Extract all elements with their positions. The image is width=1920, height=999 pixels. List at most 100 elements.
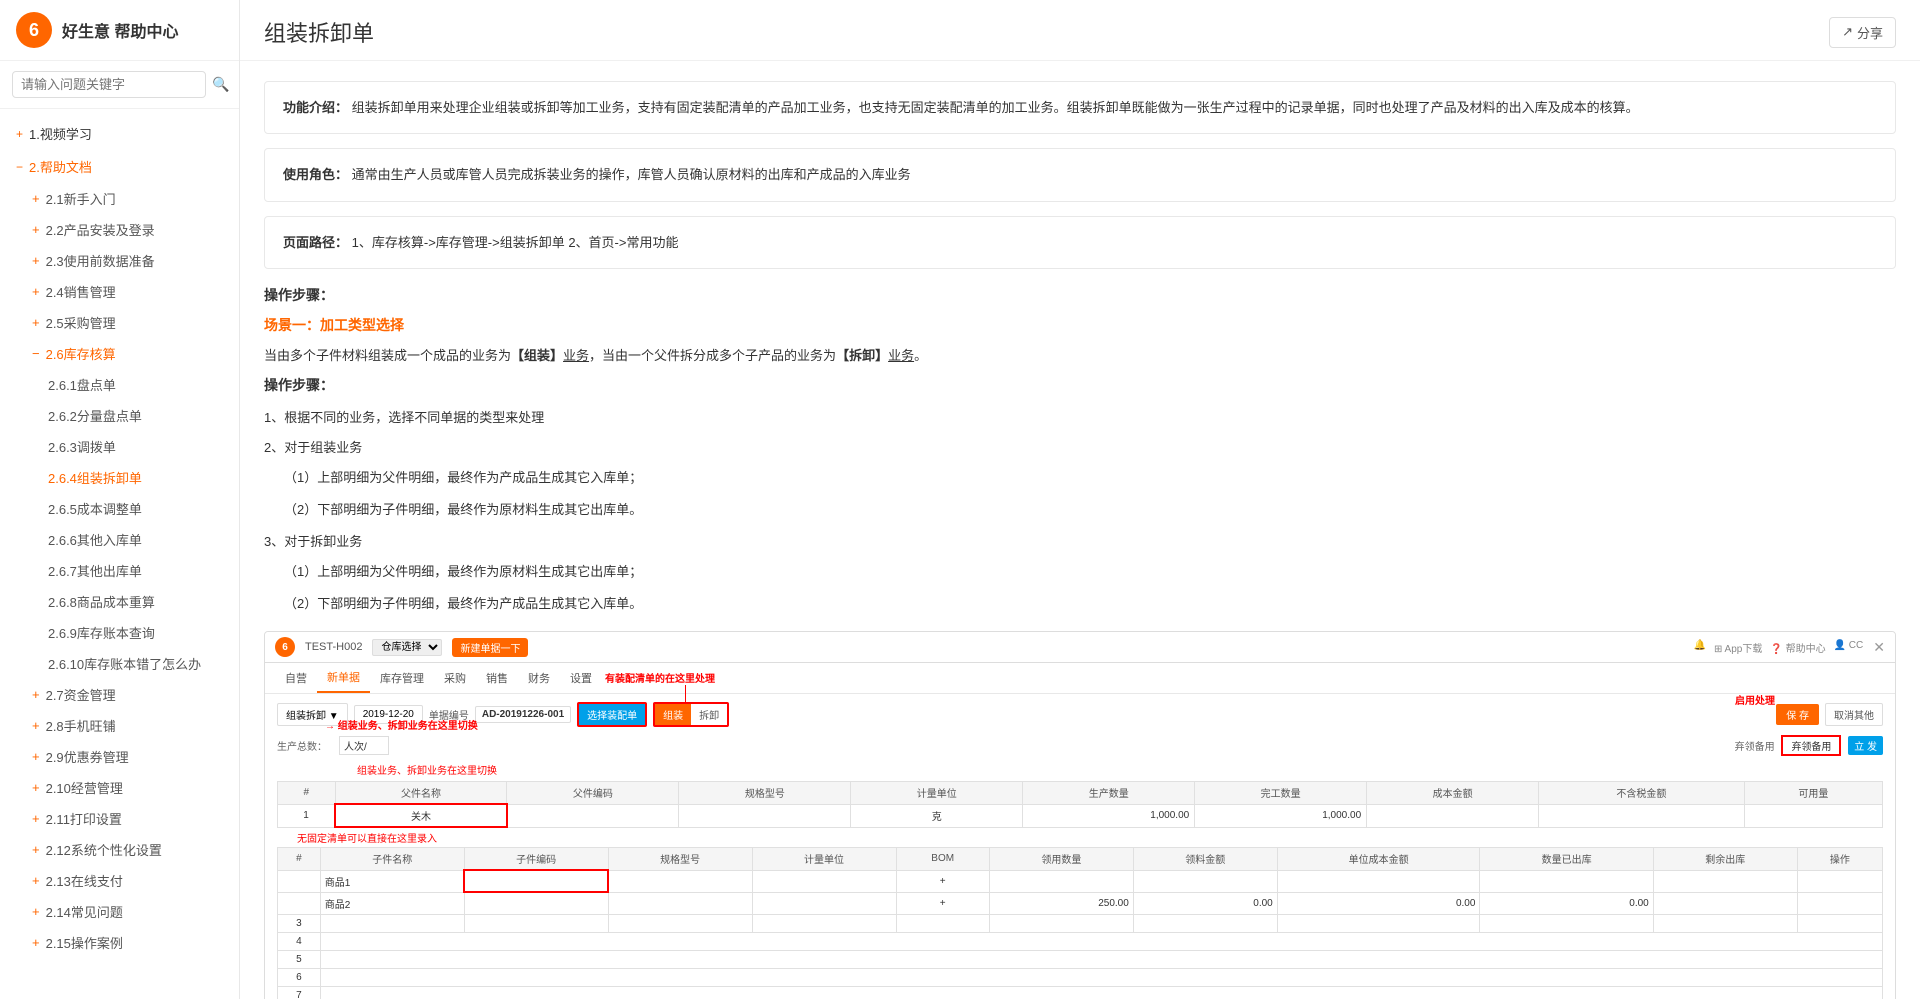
inner-btn-type[interactable]: 组装拆卸 ▼ <box>277 703 348 726</box>
sidebar-header: 6 好生意 帮助中心 <box>0 0 239 61</box>
inner-nav: 自营 新单据 库存管理 采购 销售 财务 设置 <box>265 663 1895 694</box>
inner-td <box>679 804 851 827</box>
inner-icon-bell[interactable]: 🔔 <box>1693 640 1705 655</box>
logo-icon: 6 <box>16 12 52 48</box>
sidebar-item-2-12[interactable]: + 2.12系统个性化设置 <box>0 834 239 865</box>
inner-child-row4: 4 <box>278 932 1883 950</box>
inner-btn-assemble[interactable]: 组装 <box>655 704 691 725</box>
inner-icon-app[interactable]: ⊞ App下载 <box>1714 640 1762 655</box>
sidebar-item-2-10[interactable]: + 2.10经营管理 <box>0 772 239 803</box>
sidebar-item-label: 2.10经营管理 <box>46 778 123 797</box>
inner-th-notax-cost: 不含税金额 <box>1539 782 1745 805</box>
sidebar-item-2-4[interactable]: + 2.4销售管理 <box>0 276 239 307</box>
sidebar-item-2-15[interactable]: + 2.15操作案例 <box>0 927 239 958</box>
inner-nav-purchase[interactable]: 采购 <box>434 664 476 692</box>
inner-btn-enable[interactable]: 立 发 <box>1848 736 1883 755</box>
inner-td: 1,000.00 <box>1195 804 1367 827</box>
inner-nav-settings[interactable]: 设置 <box>560 664 602 692</box>
inner-btn-date[interactable]: 2019-12-20 <box>354 705 423 724</box>
sidebar-item-2-5[interactable]: + 2.5采购管理 <box>0 307 239 338</box>
inner-btn-cancel[interactable]: 取消其他 <box>1825 703 1883 726</box>
step2-1-text: （1）上部明细为父件明细，最终作为产成品生成其它入库单； <box>264 465 1896 491</box>
app-title: 好生意 帮助中心 <box>62 18 178 42</box>
inner-th-out-qty: 数量已出库 <box>1480 848 1653 871</box>
search-icon[interactable]: 🔍 <box>212 76 229 93</box>
sidebar-item-docs[interactable]: − 2.帮助文档 <box>0 150 239 183</box>
expand-icon: + <box>32 222 40 237</box>
inner-th-ops: 操作 <box>1797 848 1882 871</box>
inner-docno-value: AD-20191226-001 <box>475 706 571 723</box>
inner-close-btn[interactable]: ✕ <box>1873 639 1885 656</box>
inner-parent-table: # 父件名称 父件编码 规格型号 计量单位 生产数量 完工数量 成本金额 不含税… <box>277 781 1883 828</box>
inner-td: 1 <box>278 804 336 827</box>
inner-icon-user[interactable]: 👤 CC <box>1834 640 1864 655</box>
inner-nav-new-doc[interactable]: 新单据 <box>317 663 370 693</box>
inner-val-count: 人次/ <box>339 736 389 755</box>
inner-app-content: 组装拆卸 ▼ 2019-12-20 单据编号 AD-20191226-001 选… <box>265 694 1895 999</box>
sidebar-item-2-11[interactable]: + 2.11打印设置 <box>0 803 239 834</box>
sidebar-item-2-13[interactable]: + 2.13在线支付 <box>0 865 239 896</box>
inner-btn-save[interactable]: 保 存 <box>1776 704 1819 725</box>
sidebar-item-label: 2.6.3调拨单 <box>48 437 116 456</box>
sidebar-item-2-6-9[interactable]: 2.6.9库存账本查询 <box>0 617 239 648</box>
inner-td <box>1744 804 1882 827</box>
expand-icon: + <box>32 718 40 733</box>
inner-icon-help[interactable]: ❓ 帮助中心 <box>1770 640 1825 655</box>
inner-child-row7: 7 <box>278 986 1883 999</box>
share-button[interactable]: ↗ 分享 <box>1829 17 1896 48</box>
share-label: 分享 <box>1857 23 1883 42</box>
inner-th-complete-qty: 完工数量 <box>1195 782 1367 805</box>
sidebar-item-2-6-10[interactable]: 2.6.10库存账本错了怎么办 <box>0 648 239 679</box>
sidebar-item-label: 2.6.2分量盘点单 <box>48 406 142 425</box>
content-area: 功能介绍： 组装拆卸单用来处理企业组装或拆卸等加工业务，支持有固定装配清单的产品… <box>240 61 1920 999</box>
sidebar-item-2-6[interactable]: − 2.6库存核算 <box>0 338 239 369</box>
inner-child-row3: 3 <box>278 914 1883 932</box>
step2-2-text: （2）下部明细为子件明细，最终作为原材料生成其它出库单。 <box>264 497 1896 523</box>
expand-icon: + <box>32 253 40 268</box>
search-input[interactable] <box>12 71 206 98</box>
intro-label: 功能介绍： <box>283 100 348 115</box>
sidebar-item-2-14[interactable]: + 2.14常见问题 <box>0 896 239 927</box>
sidebar-item-label: 2.6.4组装拆卸单 <box>48 468 142 487</box>
sidebar-item-2-6-1[interactable]: 2.6.1盘点单 <box>0 369 239 400</box>
inner-enable-label: 弃领备用 <box>1735 742 1775 753</box>
expand-icon: + <box>32 780 40 795</box>
sidebar-item-label: 2.15操作案例 <box>46 933 123 952</box>
inner-nav-home[interactable]: 自营 <box>275 664 317 692</box>
inner-nav-sales[interactable]: 销售 <box>476 664 518 692</box>
inner-type-toggle: 组装 拆卸 <box>653 702 729 727</box>
inner-enable-input[interactable]: 弃领备用 <box>1781 735 1841 756</box>
sidebar-item-2-6-4[interactable]: 2.6.4组装拆卸单 <box>0 462 239 493</box>
sidebar-item-2-6-5[interactable]: 2.6.5成本调整单 <box>0 493 239 524</box>
inner-docno-label: 单据编号 <box>429 707 469 722</box>
step3-1-text: （1）上部明细为父件明细，最终作为原材料生成其它出库单； <box>264 559 1896 585</box>
inner-new-doc-btn[interactable]: 新建单据一下 <box>452 638 528 657</box>
role-text: 通常由生产人员或库管人员完成拆装业务的操作，库管人员确认原材料的出库和产成品的入… <box>352 167 911 182</box>
sidebar-item-2-1[interactable]: + 2.1新手入门 <box>0 183 239 214</box>
sidebar-item-2-8[interactable]: + 2.8手机旺铺 <box>0 710 239 741</box>
sidebar-item-2-6-8[interactable]: 2.6.8商品成本重算 <box>0 586 239 617</box>
sidebar-item-2-6-6[interactable]: 2.6.6其他入库单 <box>0 524 239 555</box>
sidebar-item-label: 2.12系统个性化设置 <box>46 840 162 859</box>
inner-btn-select-assembly[interactable]: 选择装配单 <box>577 702 647 727</box>
sidebar-item-2-7[interactable]: + 2.7资金管理 <box>0 679 239 710</box>
inner-td <box>507 804 679 827</box>
main-header: 组装拆卸单 ↗ 分享 <box>240 0 1920 61</box>
sidebar-item-2-6-3[interactable]: 2.6.3调拨单 <box>0 431 239 462</box>
inner-th-parent-code: 父件编码 <box>507 782 679 805</box>
sidebar-item-2-6-7[interactable]: 2.6.7其他出库单 <box>0 555 239 586</box>
page-title: 组装拆卸单 <box>264 16 374 48</box>
sidebar-item-2-9[interactable]: + 2.9优惠券管理 <box>0 741 239 772</box>
inner-th-num2: # <box>278 848 321 871</box>
inner-th-available: 可用量 <box>1744 782 1882 805</box>
inner-nav-finance[interactable]: 财务 <box>518 664 560 692</box>
inner-nav-inventory[interactable]: 库存管理 <box>370 664 434 692</box>
sidebar-item-2-6-2[interactable]: 2.6.2分量盘点单 <box>0 400 239 431</box>
sidebar-item-video[interactable]: + 1.视频学习 <box>0 117 239 150</box>
sidebar-item-2-3[interactable]: + 2.3使用前数据准备 <box>0 245 239 276</box>
inner-warehouse-select[interactable]: 仓库选择 <box>372 639 442 656</box>
inner-btn-disassemble[interactable]: 拆卸 <box>691 704 727 725</box>
step3-text: 3、对于拆卸业务 <box>264 529 1896 555</box>
sidebar-item-2-2[interactable]: + 2.2产品安装及登录 <box>0 214 239 245</box>
path-block: 页面路径： 1、库存核算->库存管理->组装拆卸单 2、首页->常用功能 <box>264 216 1896 269</box>
